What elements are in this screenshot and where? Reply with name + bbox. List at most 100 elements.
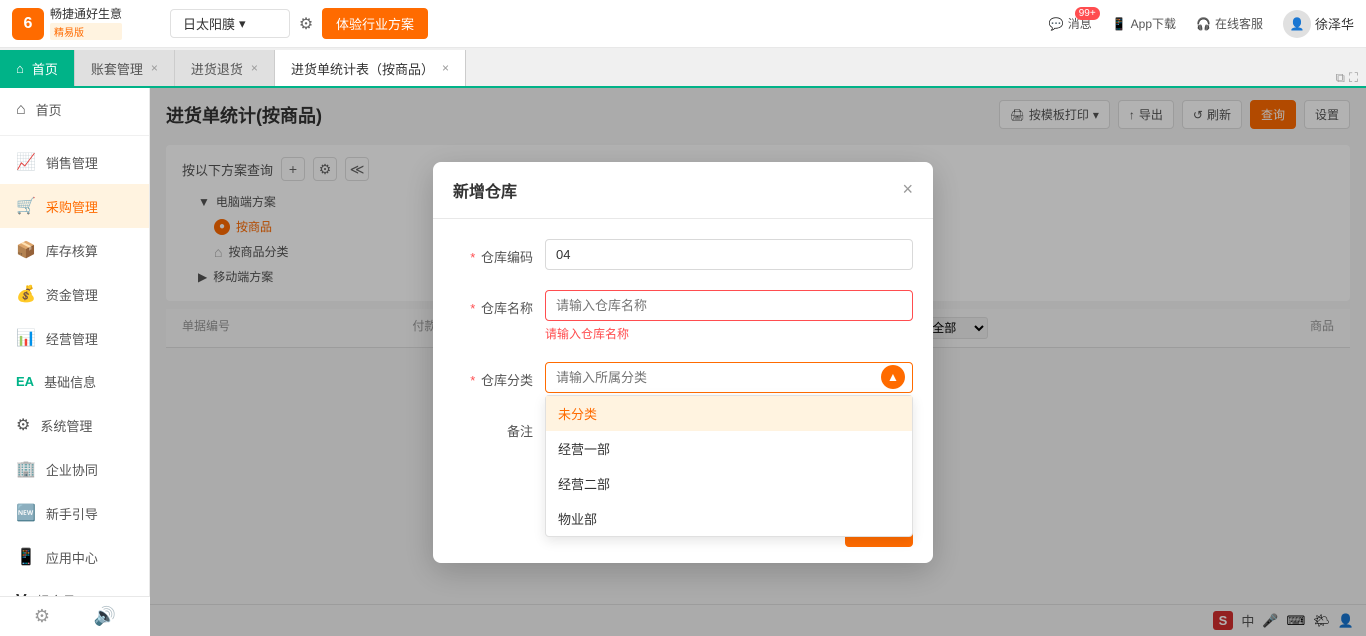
sidebar-item-sales[interactable]: 📈 销售管理: [0, 140, 149, 184]
tab-accounts-label: 账套管理: [91, 59, 143, 78]
category-arrow-icon[interactable]: ▲: [881, 365, 905, 389]
modal-overlay: 新增仓库 × * 仓库编码: [150, 88, 1366, 636]
required-star-category: *: [470, 373, 475, 388]
sidebar-item-finance-label: 资金管理: [46, 285, 98, 304]
required-star-code: *: [470, 250, 475, 265]
name-error-message: 请输入仓库名称: [545, 325, 913, 342]
modal-close-button[interactable]: ×: [902, 179, 913, 200]
code-form-control: [545, 239, 913, 270]
sidebar-item-inventory[interactable]: 📦 库存核算: [0, 228, 149, 272]
dropdown-item-property[interactable]: 物业部: [546, 501, 912, 536]
sidebar-item-finance[interactable]: 💰 资金管理: [0, 272, 149, 316]
user-avatar: 👤: [1283, 10, 1311, 38]
sidebar-item-enterprise-label: 企业协同: [46, 460, 98, 479]
tab-expand-icon[interactable]: ⛶: [1349, 70, 1358, 86]
sidebar-divider-1: [0, 135, 149, 136]
tab-accounts-close[interactable]: ×: [151, 61, 158, 75]
sidebar-item-guide[interactable]: 🆕 新手引导: [0, 491, 149, 535]
dropdown-item-none[interactable]: 未分类: [546, 396, 912, 431]
username-label: 徐泽华: [1315, 14, 1354, 33]
app-logo-icon: 6: [12, 8, 44, 40]
sound-bottom-icon[interactable]: 🔊: [94, 606, 116, 627]
warehouse-category-input[interactable]: [545, 362, 913, 393]
category-form-control: ▲ 未分类 经营一部 经营二部 物业部: [545, 362, 913, 393]
tab-purchase-returns[interactable]: 进货退货 ×: [175, 50, 275, 86]
home-icon: ⌂: [16, 61, 24, 76]
tab-purchase-stats-close[interactable]: ×: [442, 61, 449, 75]
sidebar-item-operations-label: 经营管理: [46, 329, 98, 348]
tab-purchase-returns-label: 进货退货: [191, 59, 243, 78]
tab-restore-icon[interactable]: ⧉: [1336, 70, 1345, 86]
app-download-label: App下载: [1131, 15, 1176, 32]
code-label: * 仓库编码: [453, 239, 533, 266]
header-right: 💬 消息 99+ 📱 App下载 🎧 在线客服 👤 徐泽华: [1049, 10, 1354, 38]
operations-icon: 📊: [16, 328, 36, 348]
messages-badge: 99+: [1075, 7, 1100, 20]
sales-icon: 📈: [16, 152, 36, 172]
avatar-icon: 👤: [1290, 17, 1305, 31]
required-star-name: *: [470, 301, 475, 316]
warehouse-name-input[interactable]: [545, 290, 913, 321]
tab-purchase-stats[interactable]: 进货单统计表（按商品） ×: [275, 50, 466, 86]
content-area: 进货单统计(按商品) 🖨 按模板打印 ▾ ↑ 导出 ↺ 刷新 查询: [150, 88, 1366, 636]
brand-name: 畅捷通好生意: [50, 7, 122, 23]
system-icon: ⚙: [16, 415, 30, 435]
tab-bar: ⌂ 首页 账套管理 × 进货退货 × 进货单统计表（按商品） × ⧉ ⛶: [0, 48, 1366, 88]
inventory-icon: 📦: [16, 240, 36, 260]
dropdown-item-dept1[interactable]: 经营一部: [546, 431, 912, 466]
headset-icon: 🎧: [1196, 17, 1211, 31]
name-label: * 仓库名称: [453, 290, 533, 317]
sidebar-item-enterprise[interactable]: 🏢 企业协同: [0, 447, 149, 491]
sidebar-bottom-bar: ⚙ 🔊: [0, 596, 150, 636]
sidebar-item-purchase[interactable]: 🛒 采购管理: [0, 184, 149, 228]
purchase-icon: 🛒: [16, 196, 36, 216]
sidebar-item-system[interactable]: ⚙ 系统管理: [0, 403, 149, 447]
customer-service-button[interactable]: 🎧 在线客服: [1196, 15, 1263, 32]
category-dropdown-list: 未分类 经营一部 经营二部 物业部: [545, 395, 913, 537]
app-center-icon: 📱: [16, 547, 36, 567]
sidebar-item-home[interactable]: ⌂ 首页: [0, 88, 149, 131]
try-industry-button[interactable]: 体验行业方案: [322, 8, 428, 39]
dropdown-item-dept2[interactable]: 经营二部: [546, 466, 912, 501]
edition-badge: 精易版: [50, 23, 122, 40]
settings-bottom-icon[interactable]: ⚙: [34, 606, 50, 627]
guide-icon: 🆕: [16, 503, 36, 523]
tab-end-buttons: ⧉ ⛶: [1336, 70, 1366, 86]
messages-button[interactable]: 💬 消息 99+: [1049, 15, 1092, 32]
sidebar-item-system-label: 系统管理: [40, 416, 92, 435]
main-layout: ⌂ 首页 📈 销售管理 🛒 采购管理 📦 库存核算 💰 资金管理 📊 经营管理 …: [0, 88, 1366, 636]
logo-area: 6 畅捷通好生意 精易版: [12, 7, 162, 40]
gear-icon: ⚙: [299, 14, 313, 34]
sidebar-item-operations[interactable]: 📊 经营管理: [0, 316, 149, 360]
category-label: * 仓库分类: [453, 362, 533, 389]
sidebar-item-basic-info[interactable]: EA 基础信息: [0, 360, 149, 403]
tab-home[interactable]: ⌂ 首页: [0, 50, 75, 86]
mobile-icon: 📱: [1112, 17, 1127, 31]
store-name: 日太阳膜: [183, 14, 235, 33]
dropdown-arrow-icon: ▾: [239, 16, 246, 32]
notes-label: 备注: [453, 413, 533, 440]
warehouse-code-input[interactable]: [545, 239, 913, 270]
sidebar-item-basic-info-label: 基础信息: [44, 372, 96, 391]
tab-purchase-returns-close[interactable]: ×: [251, 61, 258, 75]
service-label: 在线客服: [1215, 15, 1263, 32]
form-row-category: * 仓库分类 ▲ 未分类 经营一部 经营二部 物业部: [453, 362, 913, 393]
sidebar-item-inventory-label: 库存核算: [46, 241, 98, 260]
sidebar-item-purchase-label: 采购管理: [46, 197, 98, 216]
modal-body: * 仓库编码 * 仓库名称: [433, 219, 933, 476]
name-form-control: 请输入仓库名称: [545, 290, 913, 342]
sidebar-item-app-center-label: 应用中心: [46, 548, 98, 567]
modal-header: 新增仓库 ×: [433, 162, 933, 219]
store-selector[interactable]: 日太阳膜 ▾: [170, 9, 290, 38]
tab-accounts[interactable]: 账套管理 ×: [75, 50, 175, 86]
finance-icon: 💰: [16, 284, 36, 304]
gear-button[interactable]: ⚙: [290, 8, 322, 40]
user-info-button[interactable]: 👤 徐泽华: [1283, 10, 1354, 38]
home-icon: ⌂: [16, 101, 26, 119]
form-row-code: * 仓库编码: [453, 239, 913, 270]
sidebar-item-sales-label: 销售管理: [46, 153, 98, 172]
message-icon: 💬: [1049, 17, 1064, 31]
tab-home-label: 首页: [32, 59, 58, 78]
sidebar-item-app-center[interactable]: 📱 应用中心: [0, 535, 149, 579]
app-download-button[interactable]: 📱 App下载: [1112, 15, 1176, 32]
